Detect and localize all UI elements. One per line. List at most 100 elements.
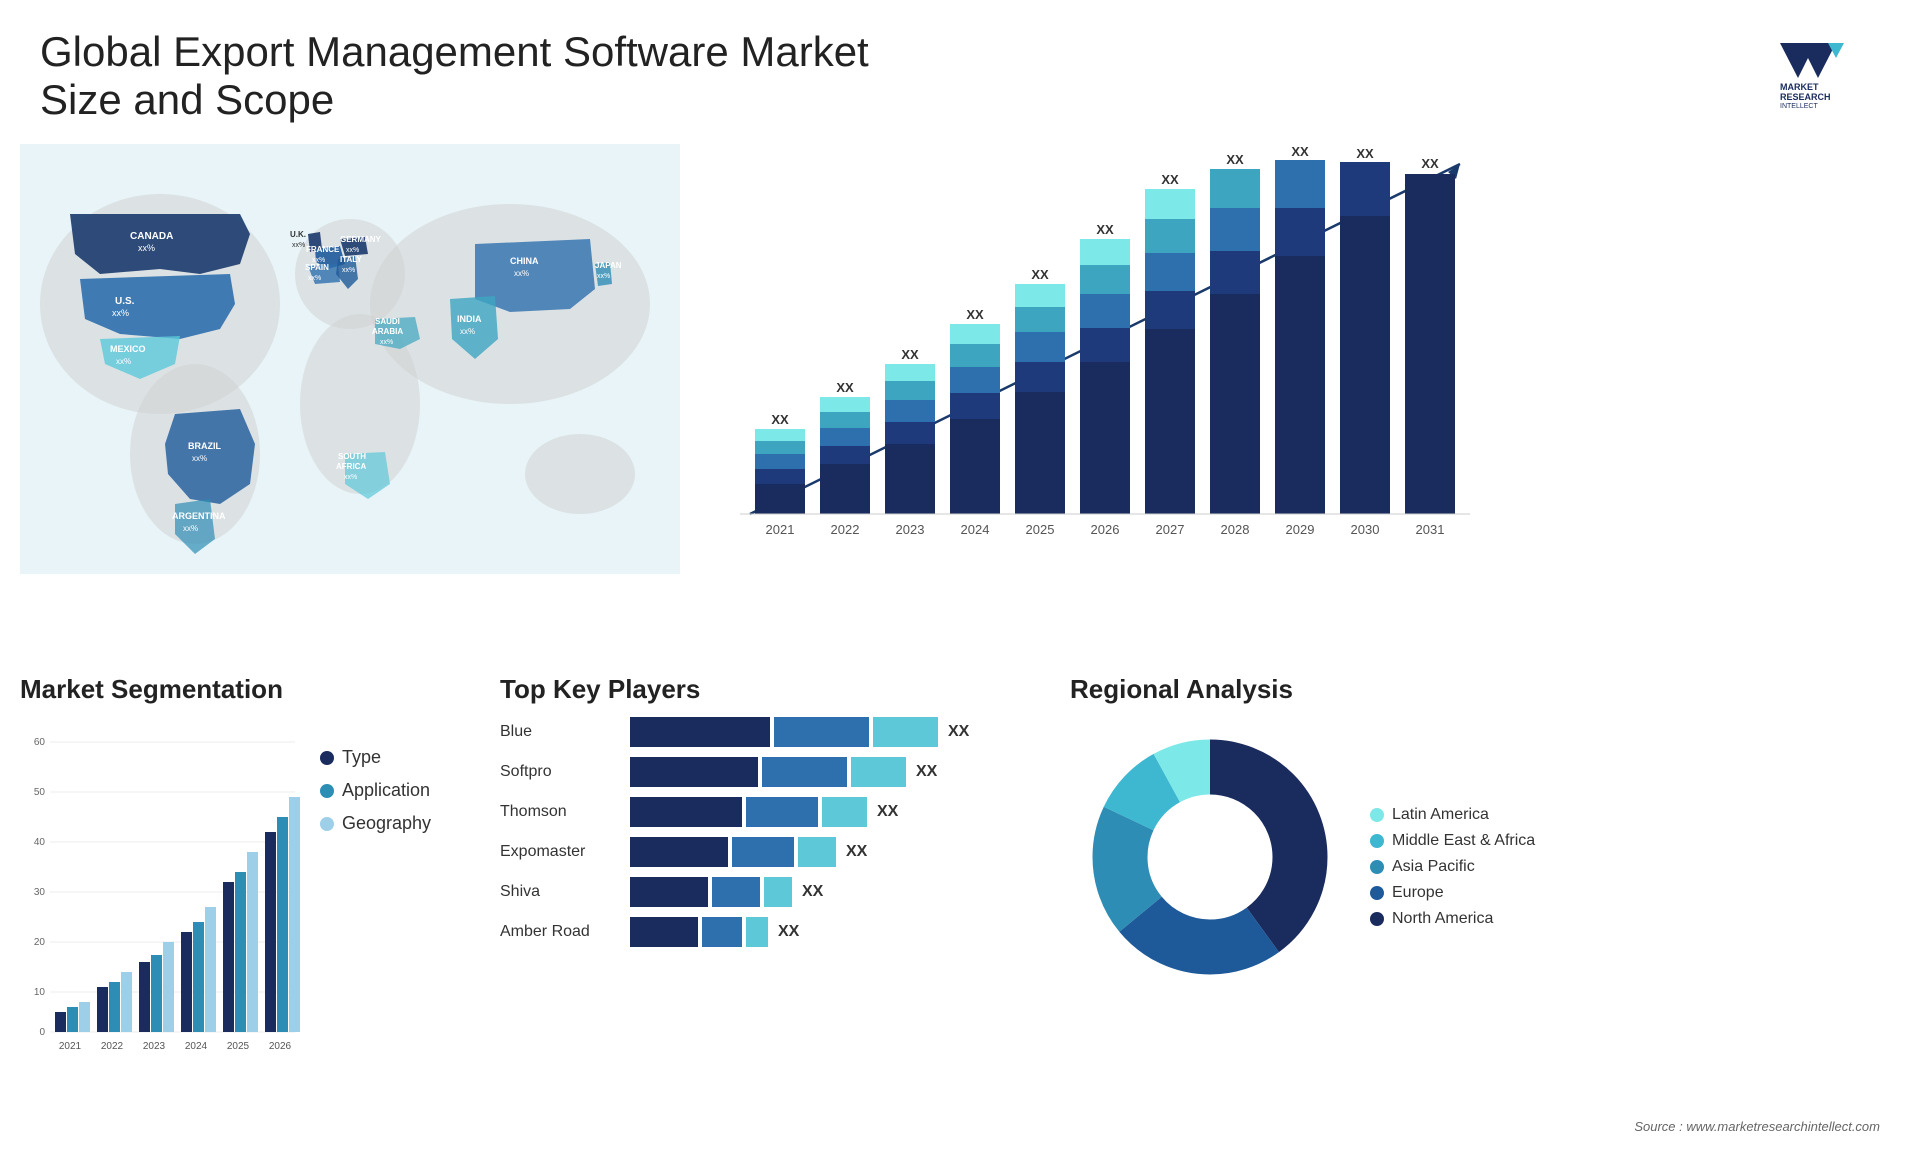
- legend-label-geography: Geography: [342, 813, 431, 834]
- svg-text:XX: XX: [1356, 146, 1374, 161]
- top-section: CANADA xx% U.S. xx% MEXICO xx% BRAZIL xx…: [0, 134, 1920, 654]
- company-logo: MARKET RESEARCH INTELLECT: [1770, 28, 1880, 108]
- player-bar-thomson-1: [630, 797, 742, 827]
- svg-text:INDIA: INDIA: [457, 314, 482, 324]
- player-row-softpro: Softpro XX: [500, 757, 1040, 787]
- svg-text:2025: 2025: [1026, 522, 1055, 537]
- svg-text:xx%: xx%: [346, 247, 359, 254]
- svg-text:xx%: xx%: [183, 524, 198, 533]
- source-text: Source : www.marketresearchintellect.com: [1634, 1119, 1880, 1134]
- player-xx-shiva: XX: [802, 883, 823, 901]
- player-bar-blue-3: [873, 717, 938, 747]
- donut-chart-svg: [1070, 717, 1350, 997]
- svg-text:MEXICO: MEXICO: [110, 344, 146, 354]
- svg-text:XX: XX: [1421, 156, 1439, 171]
- svg-text:2022: 2022: [831, 522, 860, 537]
- legend-label-asia-pacific: Asia Pacific: [1392, 858, 1475, 876]
- player-bar-amber-3: [746, 917, 768, 947]
- player-bar-shiva-2: [712, 877, 760, 907]
- svg-text:xx%: xx%: [344, 474, 357, 481]
- svg-text:GERMANY: GERMANY: [340, 235, 382, 244]
- legend-color-europe: [1370, 886, 1384, 900]
- player-name-amber: Amber Road: [500, 923, 620, 941]
- svg-text:CANADA: CANADA: [130, 231, 173, 242]
- regional-section: Regional Analysis: [1060, 664, 1920, 1174]
- svg-text:SPAIN: SPAIN: [305, 263, 329, 272]
- page-title: Global Export Management Software Market…: [40, 28, 940, 124]
- header: Global Export Management Software Market…: [0, 0, 1920, 134]
- svg-text:60: 60: [34, 737, 46, 748]
- seg-chart-svg: 60 50 40 30 20 10 0: [20, 717, 300, 1067]
- svg-text:INTELLECT: INTELLECT: [1780, 103, 1818, 108]
- svg-text:xx%: xx%: [192, 454, 207, 463]
- svg-text:40: 40: [34, 837, 46, 848]
- player-xx-softpro: XX: [916, 763, 937, 781]
- svg-text:2024: 2024: [185, 1041, 208, 1052]
- player-name-thomson: Thomson: [500, 803, 620, 821]
- svg-text:20: 20: [34, 937, 46, 948]
- svg-text:2023: 2023: [143, 1041, 166, 1052]
- player-xx-amber: XX: [778, 923, 799, 941]
- svg-text:xx%: xx%: [116, 357, 131, 366]
- legend-europe: Europe: [1370, 884, 1535, 902]
- regional-legend: Latin America Middle East & Africa Asia …: [1370, 806, 1535, 928]
- svg-text:2031: 2031: [1416, 522, 1445, 537]
- legend-label-application: Application: [342, 780, 430, 801]
- legend-label-type: Type: [342, 747, 381, 768]
- svg-text:xx%: xx%: [308, 275, 321, 282]
- svg-text:XX: XX: [901, 347, 919, 362]
- svg-text:xx%: xx%: [597, 273, 610, 280]
- player-bar-expomaster-1: [630, 837, 728, 867]
- player-bar-expomaster: XX: [630, 837, 1040, 867]
- bar-chart-section: XX XX XX XX: [690, 134, 1920, 654]
- svg-text:xx%: xx%: [112, 308, 129, 318]
- player-name-expomaster: Expomaster: [500, 843, 620, 861]
- player-xx-blue: XX: [948, 723, 969, 741]
- svg-text:xx%: xx%: [460, 327, 475, 336]
- player-row-shiva: Shiva XX: [500, 877, 1040, 907]
- legend-item-application: Application: [320, 780, 431, 801]
- svg-text:U.K.: U.K.: [290, 230, 306, 239]
- seg-chart-container: 60 50 40 30 20 10 0: [20, 717, 460, 1067]
- legend-item-geography: Geography: [320, 813, 431, 834]
- svg-text:xx%: xx%: [380, 339, 393, 346]
- player-bar-blue-2: [774, 717, 869, 747]
- svg-text:XX: XX: [1161, 172, 1179, 187]
- key-players-title: Top Key Players: [500, 674, 1040, 705]
- legend-color-north-america: [1370, 912, 1384, 926]
- logo-area: MARKET RESEARCH INTELLECT: [1770, 28, 1880, 108]
- player-bar-softpro: XX: [630, 757, 1040, 787]
- player-name-shiva: Shiva: [500, 883, 620, 901]
- svg-text:RESEARCH: RESEARCH: [1780, 92, 1831, 102]
- player-name-softpro: Softpro: [500, 763, 620, 781]
- svg-text:U.S.: U.S.: [115, 296, 135, 307]
- svg-text:2027: 2027: [1156, 522, 1185, 537]
- svg-text:50: 50: [34, 787, 46, 798]
- svg-text:XX: XX: [1226, 152, 1244, 167]
- player-bar-softpro-3: [851, 757, 906, 787]
- svg-text:2030: 2030: [1351, 522, 1380, 537]
- key-players-section: Top Key Players Blue XX Softpro XX: [480, 664, 1060, 1174]
- svg-text:ARGENTINA: ARGENTINA: [172, 511, 226, 521]
- regional-title: Regional Analysis: [1070, 674, 1900, 705]
- svg-text:2028: 2028: [1221, 522, 1250, 537]
- segmentation-section: Market Segmentation 60 50 40 30 20 10 0: [0, 664, 480, 1174]
- svg-text:XX: XX: [1291, 144, 1309, 159]
- svg-text:2025: 2025: [227, 1041, 250, 1052]
- legend-item-type: Type: [320, 747, 431, 768]
- legend-asia-pacific: Asia Pacific: [1370, 858, 1535, 876]
- regional-container: Latin America Middle East & Africa Asia …: [1070, 717, 1900, 997]
- player-bar-thomson-3: [822, 797, 867, 827]
- legend-label-latin-america: Latin America: [1392, 806, 1489, 824]
- svg-text:xx%: xx%: [292, 242, 305, 249]
- seg-legend: Type Application Geography: [320, 747, 431, 834]
- legend-dot-geography: [320, 817, 334, 831]
- legend-color-asia-pacific: [1370, 860, 1384, 874]
- legend-label-europe: Europe: [1392, 884, 1444, 902]
- svg-text:XX: XX: [1031, 267, 1049, 282]
- map-section: CANADA xx% U.S. xx% MEXICO xx% BRAZIL xx…: [0, 134, 690, 654]
- bar-chart-svg: XX XX XX XX: [700, 144, 1480, 574]
- svg-text:2021: 2021: [59, 1041, 82, 1052]
- players-table: Blue XX Softpro XX Thomson: [500, 717, 1040, 947]
- svg-text:xx%: xx%: [138, 243, 155, 253]
